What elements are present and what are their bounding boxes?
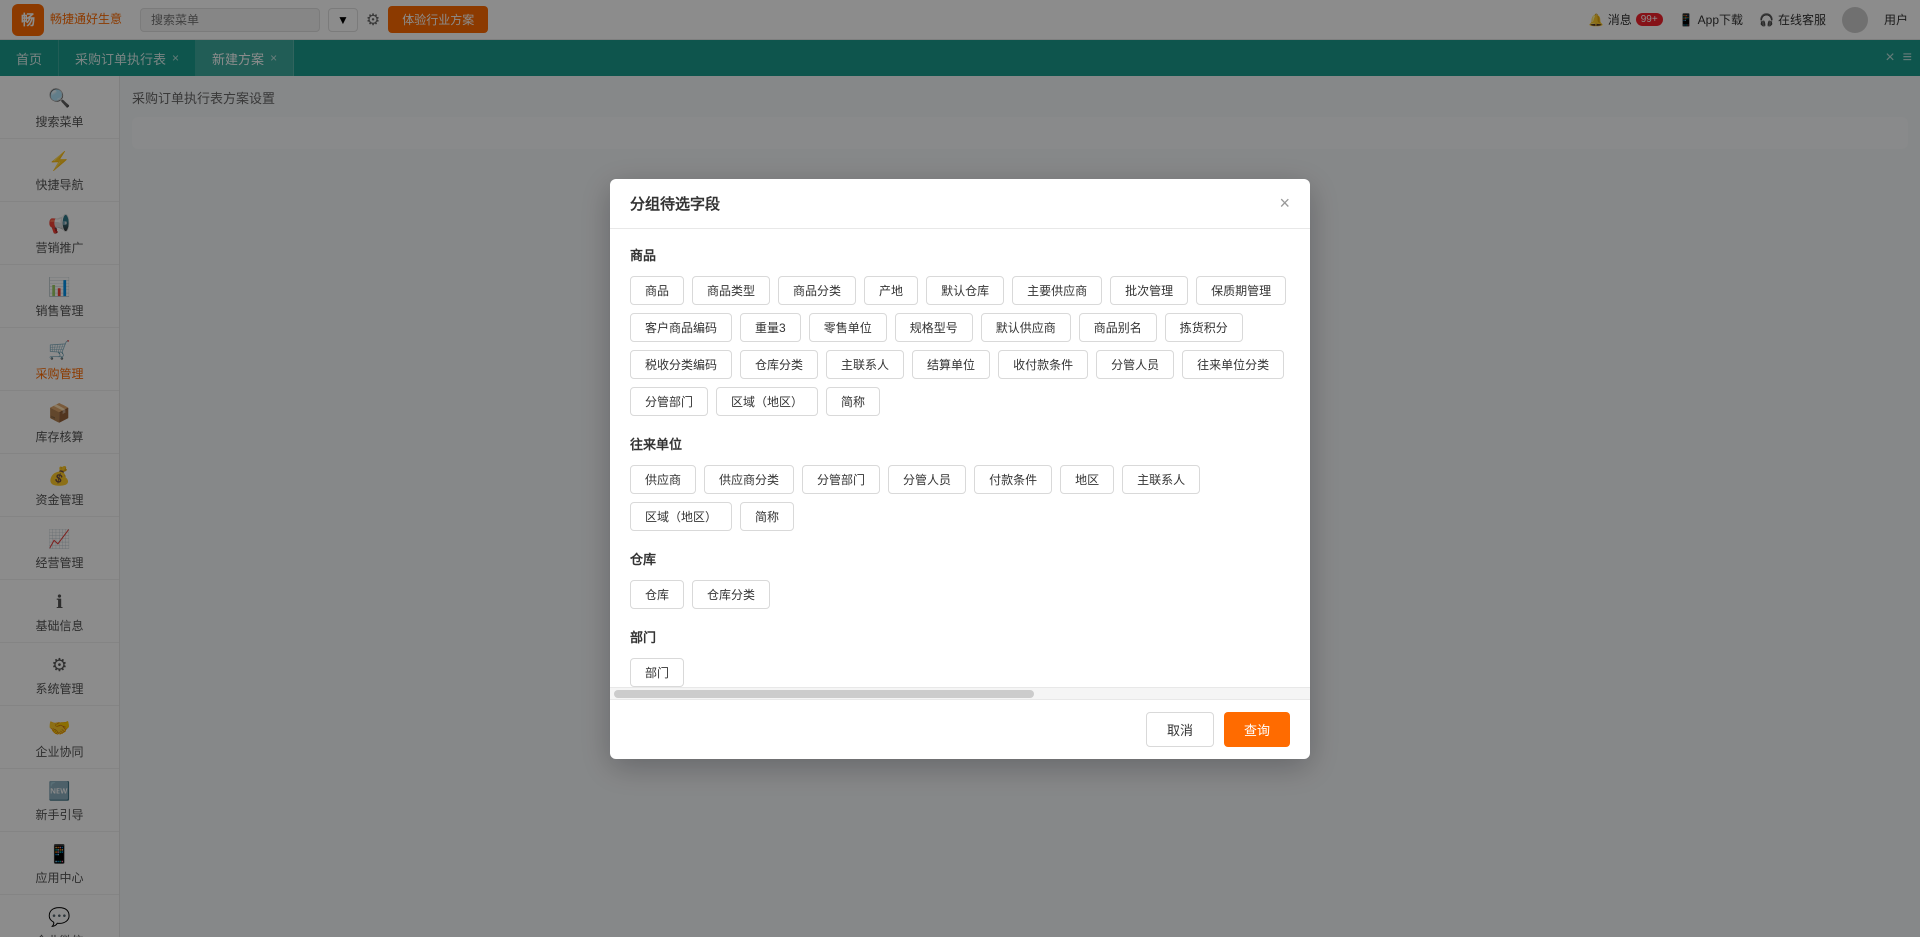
field-tag[interactable]: 分管人员	[888, 465, 966, 494]
warehouse-field-tags: 仓库仓库分类	[630, 580, 1290, 609]
field-tag[interactable]: 商品分类	[778, 276, 856, 305]
section-department-title: 部门	[630, 627, 1290, 648]
field-tag[interactable]: 仓库	[630, 580, 684, 609]
field-tag[interactable]: 拣货积分	[1165, 313, 1243, 342]
modal-scrollbar-thumb[interactable]	[614, 690, 1034, 698]
field-tag[interactable]: 批次管理	[1110, 276, 1188, 305]
section-product-title: 商品	[630, 245, 1290, 266]
modal-header: 分组待选字段 ×	[610, 179, 1310, 229]
field-tag[interactable]: 规格型号	[895, 313, 973, 342]
field-tag[interactable]: 主联系人	[1122, 465, 1200, 494]
department-field-tags: 部门	[630, 658, 1290, 687]
field-tag[interactable]: 保质期管理	[1196, 276, 1286, 305]
modal-body: 商品 商品商品类型商品分类产地默认仓库主要供应商批次管理保质期管理客户商品编码重…	[610, 229, 1310, 687]
field-tag[interactable]: 产地	[864, 276, 918, 305]
field-tag[interactable]: 分管部门	[802, 465, 880, 494]
field-tag[interactable]: 供应商分类	[704, 465, 794, 494]
field-tag[interactable]: 主要供应商	[1012, 276, 1102, 305]
cancel-button[interactable]: 取消	[1146, 712, 1214, 747]
field-tag[interactable]: 商品	[630, 276, 684, 305]
modal-title: 分组待选字段	[630, 193, 720, 214]
field-tag[interactable]: 结算单位	[912, 350, 990, 379]
field-tag[interactable]: 默认仓库	[926, 276, 1004, 305]
field-tag[interactable]: 主联系人	[826, 350, 904, 379]
field-tag[interactable]: 付款条件	[974, 465, 1052, 494]
field-tag[interactable]: 收付款条件	[998, 350, 1088, 379]
field-tag[interactable]: 商品别名	[1079, 313, 1157, 342]
field-tag[interactable]: 商品类型	[692, 276, 770, 305]
field-tag[interactable]: 分管部门	[630, 387, 708, 416]
product-field-tags: 商品商品类型商品分类产地默认仓库主要供应商批次管理保质期管理客户商品编码重量3 零…	[630, 276, 1290, 416]
field-tag[interactable]: 仓库分类	[740, 350, 818, 379]
modal-horizontal-scrollbar[interactable]	[610, 687, 1310, 699]
field-tag[interactable]: 客户商品编码	[630, 313, 732, 342]
partner-field-tags: 供应商供应商分类分管部门分管人员付款条件地区主联系人区域（地区） 简称	[630, 465, 1290, 531]
field-tag[interactable]: 往来单位分类	[1182, 350, 1284, 379]
section-partner-title: 往来单位	[630, 434, 1290, 455]
section-warehouse: 仓库 仓库仓库分类	[630, 549, 1290, 609]
field-tag[interactable]: 部门	[630, 658, 684, 687]
section-product: 商品 商品商品类型商品分类产地默认仓库主要供应商批次管理保质期管理客户商品编码重…	[630, 245, 1290, 416]
field-tag[interactable]: 简称	[826, 387, 880, 416]
section-department: 部门 部门	[630, 627, 1290, 687]
field-tag[interactable]: 分管人员	[1096, 350, 1174, 379]
modal-close-button[interactable]: ×	[1279, 194, 1290, 212]
modal-dialog: 分组待选字段 × 商品 商品商品类型商品分类产地默认仓库主要供应商批次管理保质期…	[610, 179, 1310, 759]
modal-overlay: 分组待选字段 × 商品 商品商品类型商品分类产地默认仓库主要供应商批次管理保质期…	[0, 0, 1920, 937]
field-tag[interactable]: 仓库分类	[692, 580, 770, 609]
field-tag[interactable]: 简称	[740, 502, 794, 531]
field-tag[interactable]: 税收分类编码	[630, 350, 732, 379]
field-tag[interactable]: 默认供应商	[981, 313, 1071, 342]
field-tag[interactable]: 区域（地区）	[716, 387, 818, 416]
field-tag[interactable]: 零售单位	[809, 313, 887, 342]
confirm-button[interactable]: 查询	[1224, 712, 1290, 747]
field-tag[interactable]: 重量3	[740, 313, 801, 342]
field-tag[interactable]: 区域（地区）	[630, 502, 732, 531]
field-tag[interactable]: 地区	[1060, 465, 1114, 494]
field-tag[interactable]: 供应商	[630, 465, 696, 494]
section-partner: 往来单位 供应商供应商分类分管部门分管人员付款条件地区主联系人区域（地区） 简称	[630, 434, 1290, 531]
modal-footer: 取消 查询	[610, 699, 1310, 759]
section-warehouse-title: 仓库	[630, 549, 1290, 570]
